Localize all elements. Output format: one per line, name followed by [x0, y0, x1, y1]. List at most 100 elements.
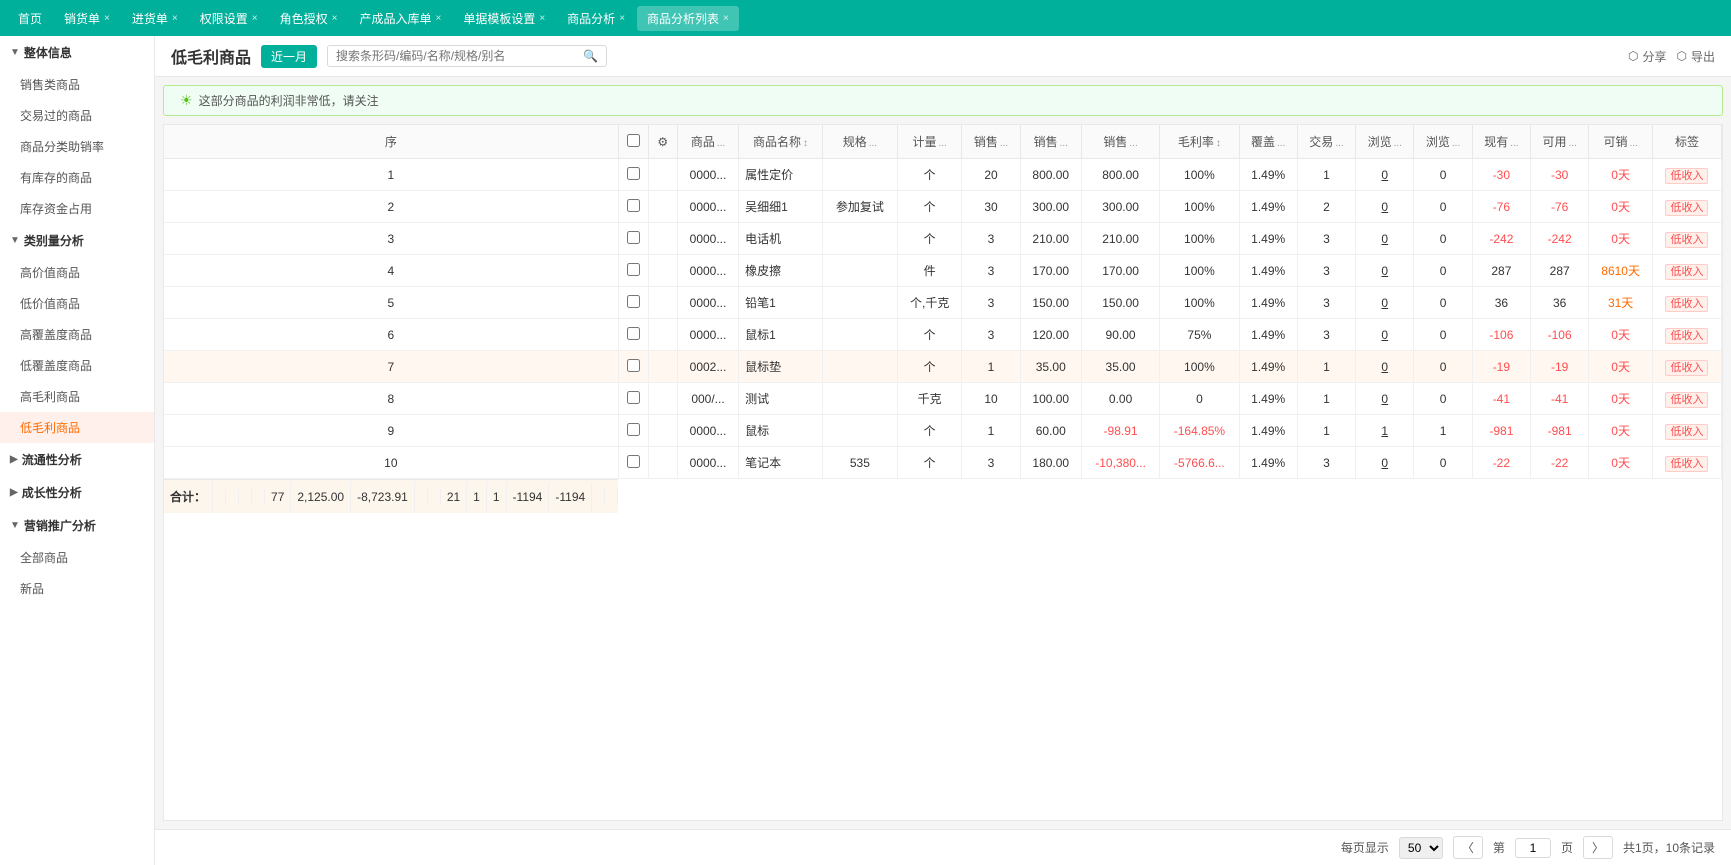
th-code[interactable]: 商品... [677, 125, 738, 159]
row-checkbox[interactable] [627, 391, 640, 404]
th-qty[interactable]: 销售... [962, 125, 1020, 159]
nav-product-entry[interactable]: 产成品入库单 × [349, 6, 451, 31]
th-sell-days[interactable]: 可销... [1589, 125, 1653, 159]
cell-check[interactable] [618, 223, 648, 255]
nav-role-close[interactable]: × [332, 13, 338, 24]
cell-check[interactable] [618, 287, 648, 319]
views-link[interactable]: 0 [1381, 232, 1388, 246]
cell-views[interactable]: 0 [1356, 447, 1414, 479]
cell-views[interactable]: 0 [1356, 191, 1414, 223]
views-link[interactable]: 0 [1381, 296, 1388, 310]
sidebar-item-new-products[interactable]: 新品 [0, 573, 154, 604]
views-link[interactable]: 0 [1381, 328, 1388, 342]
th-settings[interactable]: ⚙ [648, 125, 677, 159]
prev-page-button[interactable]: 〈 [1453, 836, 1483, 859]
cell-check[interactable] [618, 319, 648, 351]
cell-views[interactable]: 0 [1356, 255, 1414, 287]
sidebar-item-low-value[interactable]: 低价值商品 [0, 288, 154, 319]
nav-sales[interactable]: 销货单 × [54, 6, 120, 31]
export-button[interactable]: ⬡ 导出 [1677, 48, 1716, 65]
cell-views[interactable]: 0 [1356, 383, 1414, 415]
search-box[interactable]: 🔍 [327, 45, 607, 67]
views-link[interactable]: 0 [1381, 200, 1388, 214]
cell-views[interactable]: 0 [1356, 159, 1414, 191]
next-page-button[interactable]: 〉 [1583, 836, 1613, 859]
sidebar-item-traded-products[interactable]: 交易过的商品 [0, 100, 154, 131]
nav-sales-close[interactable]: × [104, 13, 110, 24]
sidebar-item-low-coverage[interactable]: 低覆盖度商品 [0, 350, 154, 381]
sidebar-item-high-coverage[interactable]: 高覆盖度商品 [0, 319, 154, 350]
views-link[interactable]: 0 [1381, 456, 1388, 470]
search-input[interactable] [336, 49, 583, 63]
nav-role[interactable]: 角色授权 × [270, 6, 348, 31]
row-checkbox[interactable] [627, 167, 640, 180]
th-view-cust[interactable]: 浏览... [1414, 125, 1472, 159]
row-checkbox[interactable] [627, 231, 640, 244]
row-checkbox[interactable] [627, 295, 640, 308]
sidebar-item-sales-products[interactable]: 销售类商品 [0, 69, 154, 100]
cell-check[interactable] [618, 415, 648, 447]
sidebar-item-all-products[interactable]: 全部商品 [0, 542, 154, 573]
cell-check[interactable] [618, 383, 648, 415]
nav-product-analysis[interactable]: 商品分析 × [557, 6, 635, 31]
search-icon[interactable]: 🔍 [583, 49, 598, 63]
sidebar-group-growth[interactable]: ▶ 成长性分析 [0, 476, 154, 509]
row-checkbox[interactable] [627, 263, 640, 276]
views-link[interactable]: 0 [1381, 168, 1388, 182]
row-checkbox[interactable] [627, 423, 640, 436]
th-amount[interactable]: 销售... [1020, 125, 1081, 159]
th-trade-cust[interactable]: 交易... [1297, 125, 1355, 159]
sidebar-group-marketing[interactable]: ▼ 营销推广分析 [0, 509, 154, 542]
sidebar-item-high-profit[interactable]: 高毛利商品 [0, 381, 154, 412]
select-all-checkbox[interactable] [627, 134, 640, 147]
nav-product-analysis-list[interactable]: 商品分析列表 × [637, 6, 739, 31]
nav-purchase-close[interactable]: × [172, 13, 178, 24]
cell-views[interactable]: 0 [1356, 319, 1414, 351]
th-views[interactable]: 浏览... [1356, 125, 1414, 159]
row-checkbox[interactable] [627, 199, 640, 212]
th-unit[interactable]: 计量... [897, 125, 961, 159]
views-link[interactable]: 0 [1381, 264, 1388, 278]
cell-check[interactable] [618, 191, 648, 223]
sidebar-group-overall[interactable]: ▼ 整体信息 [0, 36, 154, 69]
th-stock[interactable]: 现有... [1472, 125, 1530, 159]
sidebar-item-stock-products[interactable]: 有库存的商品 [0, 162, 154, 193]
filter-button[interactable]: 近一月 [261, 45, 317, 68]
page-number-input[interactable] [1515, 838, 1551, 858]
cell-views[interactable]: 1 [1356, 415, 1414, 447]
th-profit[interactable]: 销售... [1081, 125, 1159, 159]
row-checkbox[interactable] [627, 359, 640, 372]
views-link[interactable]: 0 [1381, 360, 1388, 374]
row-checkbox[interactable] [627, 327, 640, 340]
table-container[interactable]: 序 ⚙ 商品... 商品名称↕ 规格... 计量... 销售... 销售... … [163, 124, 1723, 821]
nav-product-analysis-list-close[interactable]: × [723, 13, 729, 24]
per-page-select[interactable]: 50 [1399, 837, 1443, 859]
th-gross-rate[interactable]: 毛利率↕ [1160, 125, 1239, 159]
views-link[interactable]: 1 [1381, 424, 1388, 438]
nav-template-close[interactable]: × [539, 13, 545, 24]
cell-views[interactable]: 0 [1356, 351, 1414, 383]
nav-purchase[interactable]: 进货单 × [122, 6, 188, 31]
cell-check[interactable] [618, 447, 648, 479]
th-avail-stock[interactable]: 可用... [1531, 125, 1589, 159]
nav-home[interactable]: 首页 [8, 6, 52, 31]
th-spec[interactable]: 规格... [822, 125, 897, 159]
nav-product-analysis-close[interactable]: × [619, 13, 625, 24]
th-name[interactable]: 商品名称↕ [739, 125, 823, 159]
cell-check[interactable] [618, 351, 648, 383]
th-coverage[interactable]: 覆盖... [1239, 125, 1297, 159]
share-button[interactable]: ⬡ 分享 [1628, 48, 1667, 65]
cell-views[interactable]: 0 [1356, 287, 1414, 319]
sidebar-item-capital[interactable]: 库存资金占用 [0, 193, 154, 224]
row-checkbox[interactable] [627, 455, 640, 468]
views-link[interactable]: 0 [1381, 392, 1388, 406]
nav-template[interactable]: 单据模板设置 × [453, 6, 555, 31]
cell-check[interactable] [618, 159, 648, 191]
sidebar-item-low-profit[interactable]: 低毛利商品 [0, 412, 154, 443]
column-settings-icon[interactable]: ⚙ [657, 135, 668, 149]
cell-views[interactable]: 0 [1356, 223, 1414, 255]
th-check[interactable] [618, 125, 648, 159]
sidebar-group-category[interactable]: ▼ 类别量分析 [0, 224, 154, 257]
nav-product-entry-close[interactable]: × [435, 13, 441, 24]
nav-permission[interactable]: 权限设置 × [190, 6, 268, 31]
